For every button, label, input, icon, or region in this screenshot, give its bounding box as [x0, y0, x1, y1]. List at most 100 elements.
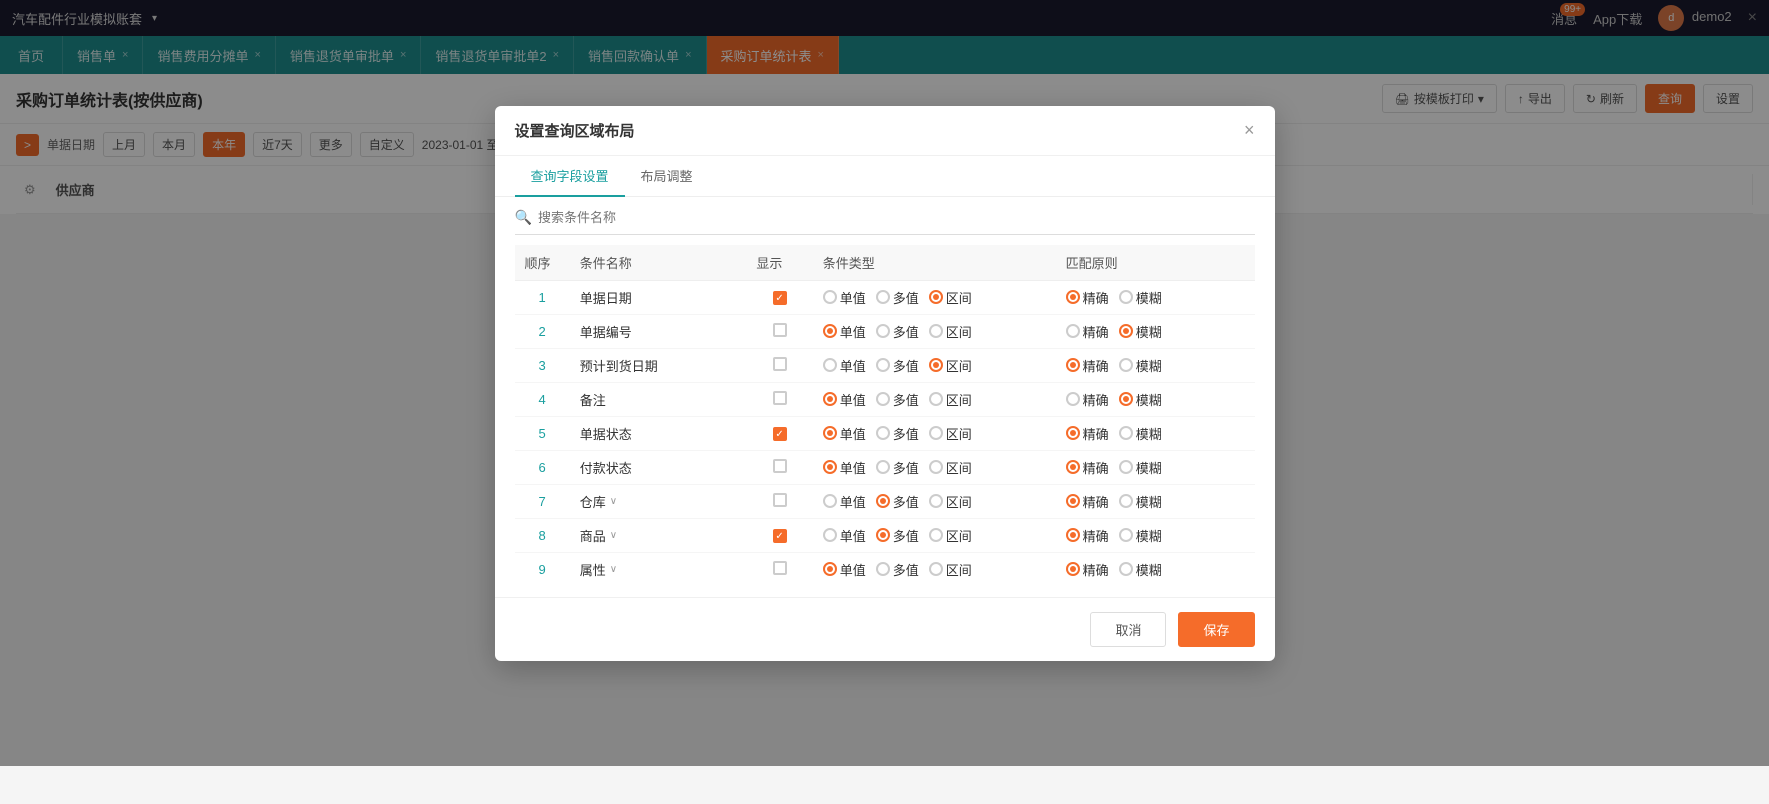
radio-dot-icon	[823, 290, 837, 304]
checkbox-icon[interactable]	[773, 493, 787, 507]
row-order-6: 6	[515, 450, 570, 484]
radio-type-单值[interactable]: 单值	[823, 288, 866, 307]
radio-type-区间[interactable]: 区间	[929, 560, 972, 579]
row-display-checkbox-5[interactable]: ✓	[746, 416, 812, 450]
radio-match-精确[interactable]: 精确	[1066, 322, 1109, 341]
radio-match-精确[interactable]: 精确	[1066, 288, 1109, 307]
radio-type-单值[interactable]: 单值	[823, 356, 866, 375]
radio-match-模糊[interactable]: 模糊	[1119, 322, 1162, 341]
row-display-checkbox-8[interactable]: ✓	[746, 518, 812, 552]
cancel-btn[interactable]: 取消	[1090, 612, 1166, 647]
radio-type-区间[interactable]: 区间	[929, 356, 972, 375]
save-btn[interactable]: 保存	[1178, 612, 1254, 647]
radio-type-多值[interactable]: 多值	[876, 356, 919, 375]
radio-match-精确[interactable]: 精确	[1066, 526, 1109, 545]
radio-type-多值[interactable]: 多值	[876, 424, 919, 443]
radio-type-区间[interactable]: 区间	[929, 390, 972, 409]
checkbox-icon[interactable]	[773, 459, 787, 473]
row-match-2: 精确模糊	[1056, 314, 1255, 348]
row-type-4: 单值多值区间	[813, 382, 1056, 416]
radio-match-精确[interactable]: 精确	[1066, 560, 1109, 579]
row-display-checkbox-4[interactable]	[746, 382, 812, 416]
checkbox-icon[interactable]: ✓	[773, 529, 787, 543]
modal-close-btn[interactable]: ×	[1244, 120, 1255, 141]
tab-layout-adjust[interactable]: 布局调整	[625, 156, 709, 197]
radio-dot-icon	[823, 494, 837, 508]
radio-match-模糊[interactable]: 模糊	[1119, 492, 1162, 511]
radio-dot-icon	[1119, 528, 1133, 542]
radio-type-区间[interactable]: 区间	[929, 492, 972, 511]
row-type-7: 单值多值区间	[813, 484, 1056, 518]
modal-tabs: 查询字段设置 布局调整	[495, 156, 1275, 197]
radio-match-模糊[interactable]: 模糊	[1119, 288, 1162, 307]
radio-type-多值[interactable]: 多值	[876, 390, 919, 409]
radio-type-单值[interactable]: 单值	[823, 492, 866, 511]
expand-icon[interactable]: ∨	[610, 564, 617, 575]
radio-match-精确[interactable]: 精确	[1066, 356, 1109, 375]
row-order-2: 2	[515, 314, 570, 348]
radio-type-多值[interactable]: 多值	[876, 322, 919, 341]
radio-dot-icon	[876, 392, 890, 406]
radio-match-模糊[interactable]: 模糊	[1119, 424, 1162, 443]
radio-match-精确[interactable]: 精确	[1066, 492, 1109, 511]
checkbox-icon[interactable]	[773, 391, 787, 405]
radio-match-模糊[interactable]: 模糊	[1119, 390, 1162, 409]
radio-dot-icon	[929, 324, 943, 338]
radio-match-模糊[interactable]: 模糊	[1119, 458, 1162, 477]
radio-type-单值[interactable]: 单值	[823, 424, 866, 443]
radio-type-区间[interactable]: 区间	[929, 424, 972, 443]
row-display-checkbox-9[interactable]	[746, 552, 812, 585]
radio-type-单值[interactable]: 单值	[823, 390, 866, 409]
radio-dot-icon	[929, 528, 943, 542]
row-display-checkbox-1[interactable]: ✓	[746, 280, 812, 314]
row-display-checkbox-6[interactable]	[746, 450, 812, 484]
table-row: 1单据日期✓单值多值区间精确模糊	[515, 280, 1255, 314]
radio-type-多值[interactable]: 多值	[876, 492, 919, 511]
checkbox-icon[interactable]: ✓	[773, 427, 787, 441]
radio-match-模糊[interactable]: 模糊	[1119, 356, 1162, 375]
radio-dot-icon	[929, 290, 943, 304]
search-input[interactable]	[538, 210, 1255, 225]
row-name-6: 付款状态	[570, 450, 747, 484]
row-display-checkbox-7[interactable]	[746, 484, 812, 518]
radio-type-区间[interactable]: 区间	[929, 526, 972, 545]
radio-type-单值[interactable]: 单值	[823, 526, 866, 545]
radio-type-区间[interactable]: 区间	[929, 322, 972, 341]
radio-type-单值[interactable]: 单值	[823, 322, 866, 341]
row-display-checkbox-3[interactable]	[746, 348, 812, 382]
radio-dot-icon	[1066, 494, 1080, 508]
checkbox-icon[interactable]	[773, 357, 787, 371]
radio-type-多值[interactable]: 多值	[876, 526, 919, 545]
radio-type-单值[interactable]: 单值	[823, 560, 866, 579]
radio-match-模糊[interactable]: 模糊	[1119, 526, 1162, 545]
radio-dot-icon	[1066, 392, 1080, 406]
radio-dot-icon	[1119, 426, 1133, 440]
row-match-9: 精确模糊	[1056, 552, 1255, 585]
radio-dot-icon	[929, 392, 943, 406]
radio-type-单值[interactable]: 单值	[823, 458, 866, 477]
radio-match-模糊[interactable]: 模糊	[1119, 560, 1162, 579]
radio-type-多值[interactable]: 多值	[876, 458, 919, 477]
radio-type-区间[interactable]: 区间	[929, 458, 972, 477]
checkbox-icon[interactable]	[773, 561, 787, 575]
row-order-4: 4	[515, 382, 570, 416]
checkbox-icon[interactable]	[773, 323, 787, 337]
radio-type-多值[interactable]: 多值	[876, 288, 919, 307]
search-bar: 🔍	[515, 209, 1255, 235]
radio-match-精确[interactable]: 精确	[1066, 390, 1109, 409]
radio-dot-icon	[823, 392, 837, 406]
radio-dot-icon	[929, 426, 943, 440]
radio-type-多值[interactable]: 多值	[876, 560, 919, 579]
row-name-1: 单据日期	[570, 280, 747, 314]
tab-query-fields[interactable]: 查询字段设置	[515, 156, 625, 197]
radio-match-精确[interactable]: 精确	[1066, 458, 1109, 477]
radio-match-精确[interactable]: 精确	[1066, 424, 1109, 443]
row-order-8: 8	[515, 518, 570, 552]
checkbox-icon[interactable]: ✓	[773, 291, 787, 305]
expand-icon[interactable]: ∨	[610, 496, 617, 507]
radio-dot-icon	[1119, 290, 1133, 304]
row-display-checkbox-2[interactable]	[746, 314, 812, 348]
expand-icon[interactable]: ∨	[610, 530, 617, 541]
radio-dot-icon	[823, 324, 837, 338]
radio-type-区间[interactable]: 区间	[929, 288, 972, 307]
